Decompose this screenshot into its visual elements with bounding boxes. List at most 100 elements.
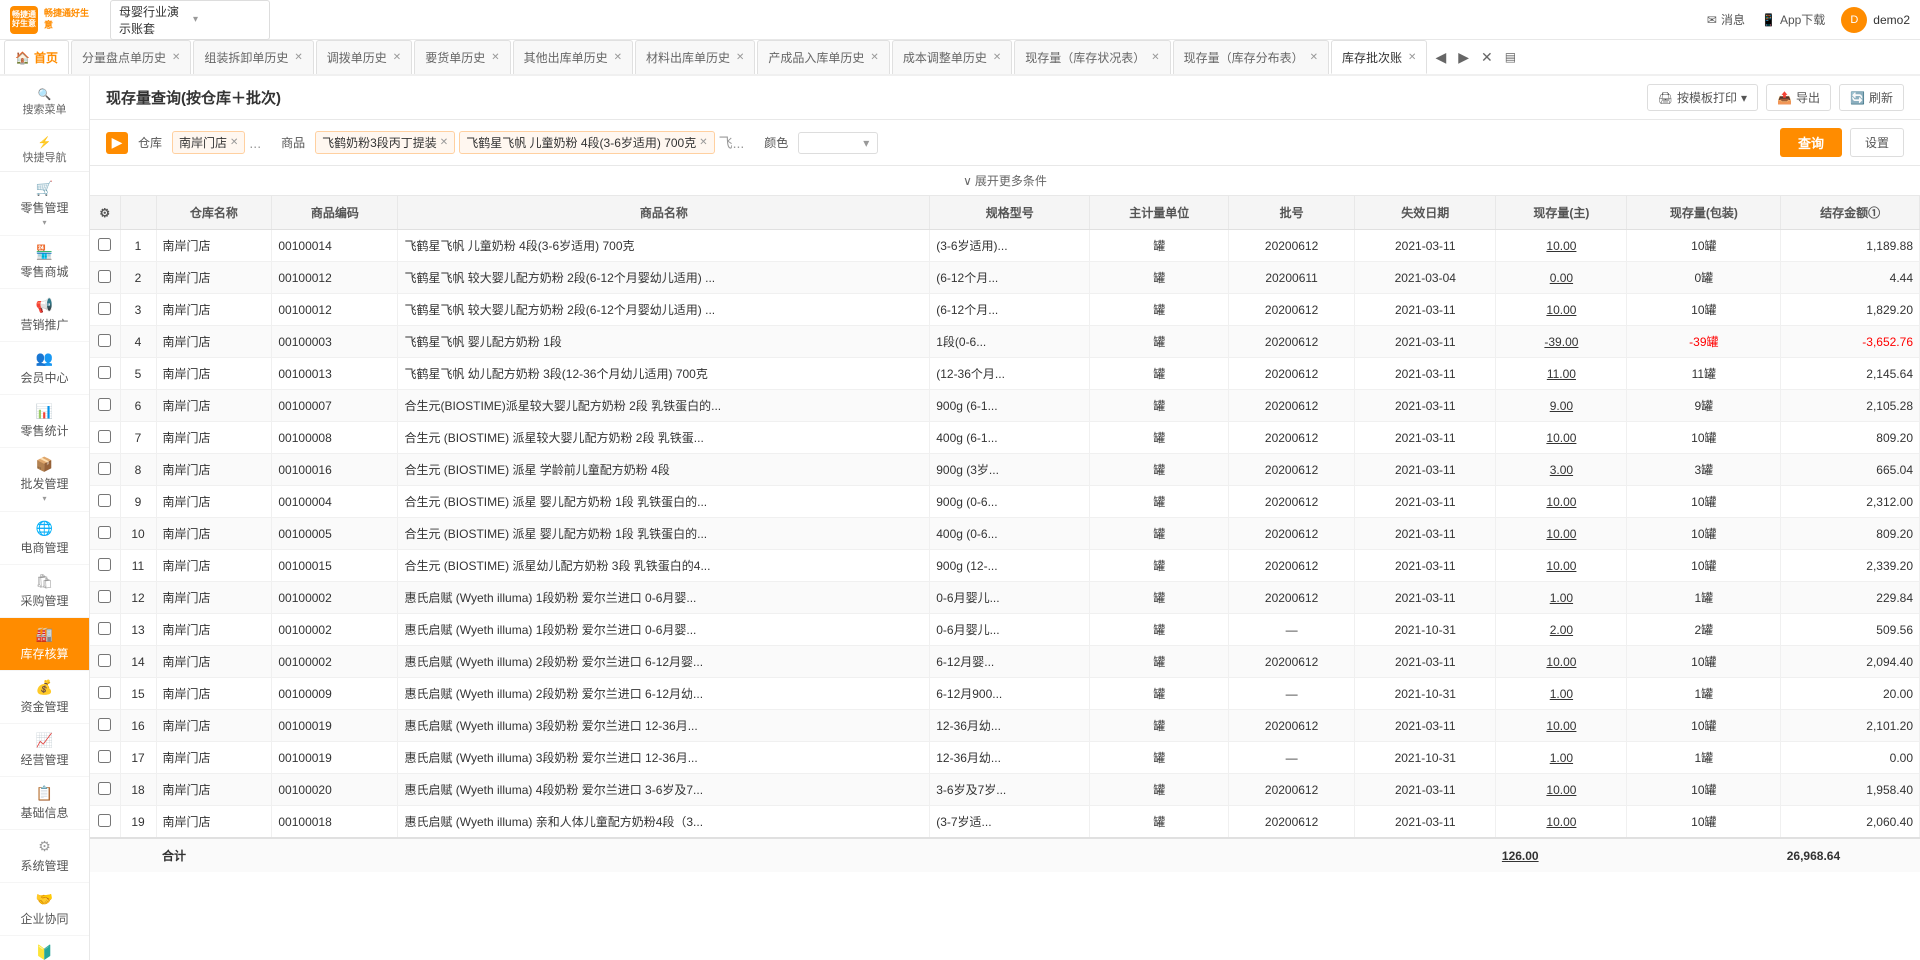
product-more-icon[interactable]: 飞... [719,133,745,153]
row-qty-main[interactable]: 1.00 [1496,742,1627,774]
filter-expand-button[interactable]: ▶ [106,132,128,154]
sidebar-item-enterprise[interactable]: 🤝 企业协同 [0,883,89,936]
sidebar-item-basic[interactable]: 📋 基础信息 [0,777,89,830]
sidebar-item-operations[interactable]: 📈 经营管理 [0,724,89,777]
row-checkbox[interactable] [90,710,120,742]
tab-xian-cun-ku-close[interactable]: ✕ [1151,52,1159,63]
row-qty-main[interactable]: -39.00 [1496,326,1627,358]
tab-ku-cun-pi-close[interactable]: ✕ [1408,52,1416,63]
sidebar-item-system[interactable]: ⚙ 系统管理 [0,830,89,883]
tab-fen-pan[interactable]: 分量盘点单历史 ✕ [71,40,191,74]
sidebar-item-retail-shop[interactable]: 🏪 零售商城 [0,236,89,289]
row-checkbox[interactable] [90,774,120,806]
color-select[interactable]: ▾ [798,132,878,154]
row-checkbox[interactable] [90,262,120,294]
tab-tiao-bo-close[interactable]: ✕ [393,52,401,63]
row-checkbox[interactable] [90,518,120,550]
filter-settings-button[interactable]: 设置 [1850,128,1904,157]
tab-prev-button[interactable]: ◀ [1429,40,1452,74]
row-qty-main[interactable]: 1.00 [1496,678,1627,710]
product-tag-1-delete[interactable]: ✕ [440,137,448,148]
row-qty-main[interactable]: 10.00 [1496,230,1627,262]
sidebar-item-member[interactable]: 👥 会员中心 [0,342,89,395]
row-checkbox[interactable] [90,614,120,646]
tab-cai-liao-close[interactable]: ✕ [736,52,744,63]
row-checkbox[interactable] [90,646,120,678]
row-qty-main[interactable]: 2.00 [1496,614,1627,646]
expand-more-button[interactable]: ∨ 展开更多条件 [90,168,1920,193]
tab-fen-pan-close[interactable]: ✕ [172,52,180,63]
row-checkbox[interactable] [90,486,120,518]
sidebar-item-purchase[interactable]: 🛍 采购管理 [0,565,89,618]
tab-xian-cun-ku[interactable]: 现存量（库存状况表） ✕ [1014,40,1170,74]
tab-yao-huo[interactable]: 要货单历史 ✕ [414,40,510,74]
row-qty-main[interactable]: 10.00 [1496,806,1627,839]
warehouse-tag-delete[interactable]: ✕ [230,137,238,148]
row-qty-main[interactable]: 10.00 [1496,710,1627,742]
sidebar-item-retail-mgmt[interactable]: 🛒 零售管理 ▾ [0,172,89,236]
tab-xian-cun-fen-close[interactable]: ✕ [1310,52,1318,63]
tab-close-all-button[interactable]: ✕ [1475,40,1499,74]
sidebar-item-guide[interactable]: 🔰 新手引导 [0,936,89,960]
row-checkbox[interactable] [90,294,120,326]
row-qty-main[interactable]: 1.00 [1496,582,1627,614]
tab-xian-cun-fen[interactable]: 现存量（库存分布表） ✕ [1173,40,1329,74]
sidebar-item-marketing[interactable]: 📢 营销推广 [0,289,89,342]
tab-menu-button[interactable]: ▤ [1499,40,1522,74]
tab-ku-cun-pi[interactable]: 库存批次账 ✕ [1331,40,1427,74]
row-qty-main[interactable]: 10.00 [1496,422,1627,454]
sidebar-item-inventory[interactable]: 🏭 库存核算 [0,618,89,671]
message-button[interactable]: ✉ 消息 [1707,11,1745,28]
row-checkbox[interactable] [90,678,120,710]
row-checkbox[interactable] [90,326,120,358]
sidebar-item-finance[interactable]: 💰 资金管理 [0,671,89,724]
sidebar-item-retail-stats[interactable]: 📊 零售统计 [0,395,89,448]
tab-qi-ta-chu[interactable]: 其他出库单历史 ✕ [513,40,633,74]
row-checkbox[interactable] [90,742,120,774]
industry-select[interactable]: 母婴行业演示账套 ▾ [110,0,270,40]
tab-chan-pin-ru[interactable]: 产成品入库单历史 ✕ [757,40,889,74]
row-qty-main[interactable]: 3.00 [1496,454,1627,486]
tab-cheng-ben[interactable]: 成本调整单历史 ✕ [892,40,1012,74]
print-button[interactable]: 🖨 按模板打印 ▾ [1647,84,1758,111]
row-qty-main[interactable]: 10.00 [1496,518,1627,550]
tab-cai-liao[interactable]: 材料出库单历史 ✕ [635,40,755,74]
tab-next-button[interactable]: ▶ [1452,40,1475,74]
row-qty-main[interactable]: 10.00 [1496,646,1627,678]
row-qty-main[interactable]: 11.00 [1496,358,1627,390]
tab-zu-chai-close[interactable]: ✕ [294,52,302,63]
tab-chan-pin-ru-close[interactable]: ✕ [870,52,878,63]
refresh-button[interactable]: 🔄 刷新 [1839,84,1904,111]
row-checkbox[interactable] [90,550,120,582]
row-checkbox[interactable] [90,390,120,422]
row-checkbox[interactable] [90,454,120,486]
tab-qi-ta-chu-close[interactable]: ✕ [614,52,622,63]
row-checkbox[interactable] [90,230,120,262]
product-tag-2-delete[interactable]: ✕ [699,137,707,148]
user-area[interactable]: D demo2 [1841,7,1910,33]
row-checkbox[interactable] [90,358,120,390]
settings-icon[interactable]: ⚙ [99,206,110,220]
query-button[interactable]: 查询 [1780,128,1842,157]
tab-cheng-ben-close[interactable]: ✕ [993,52,1001,63]
row-qty-main[interactable]: 0.00 [1496,262,1627,294]
tab-home[interactable]: 🏠 首页 [4,40,69,74]
tab-zu-chai[interactable]: 组装拆卸单历史 ✕ [193,40,313,74]
tab-tiao-bo[interactable]: 调拨单历史 ✕ [316,40,412,74]
row-qty-main[interactable]: 10.00 [1496,550,1627,582]
row-qty-main[interactable]: 10.00 [1496,486,1627,518]
sidebar-item-wholesale[interactable]: 📦 批发管理 ▾ [0,448,89,512]
row-checkbox[interactable] [90,806,120,839]
export-button[interactable]: 📤 导出 [1766,84,1831,111]
row-qty-main[interactable]: 10.00 [1496,774,1627,806]
row-checkbox[interactable] [90,422,120,454]
row-checkbox[interactable] [90,582,120,614]
row-qty-main[interactable]: 10.00 [1496,294,1627,326]
row-qty-main[interactable]: 9.00 [1496,390,1627,422]
sidebar-item-ecommerce[interactable]: 🌐 电商管理 [0,512,89,565]
app-download-button[interactable]: 📱 App下载 [1761,11,1825,28]
tab-yao-huo-close[interactable]: ✕ [491,52,499,63]
warehouse-more-icon[interactable]: ... [249,135,261,151]
search-menu-button[interactable]: 🔍 搜索菜单 [6,84,83,121]
quick-nav-button[interactable]: ⚡ 快捷导航 [0,130,89,172]
